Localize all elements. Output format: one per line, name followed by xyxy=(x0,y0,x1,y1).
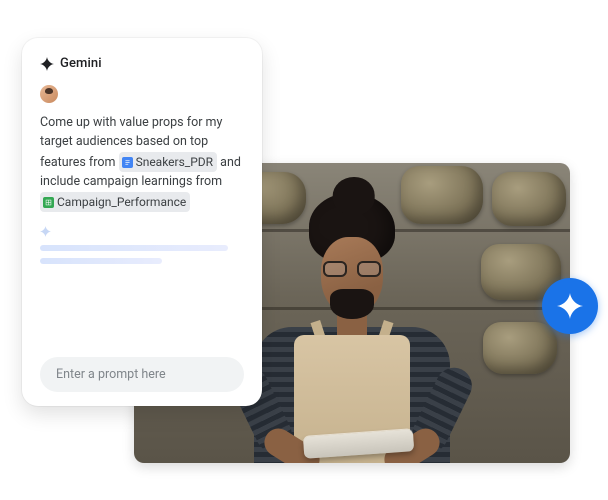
user-prompt-text: Come up with value props for my target a… xyxy=(40,113,244,212)
user-avatar xyxy=(40,85,58,103)
response-skeleton-line xyxy=(40,258,162,264)
file-chip-docs[interactable]: Sneakers_PDR xyxy=(119,152,217,173)
gemini-spark-icon xyxy=(557,293,583,319)
response-spark-icon xyxy=(40,226,244,237)
gemini-panel: Gemini Come up with value props for my t… xyxy=(22,38,262,406)
file-chip-sheets[interactable]: Campaign_Performance xyxy=(40,192,190,213)
gemini-badge[interactable] xyxy=(542,278,598,334)
file-chip-label: Sneakers_PDR xyxy=(136,153,213,172)
google-docs-icon xyxy=(122,157,133,168)
prompt-placeholder: Enter a prompt here xyxy=(56,367,166,382)
prompt-input[interactable]: Enter a prompt here xyxy=(40,357,244,392)
panel-header: Gemini xyxy=(40,56,244,71)
app-title: Gemini xyxy=(60,56,102,71)
response-skeleton-line xyxy=(40,245,228,251)
google-sheets-icon xyxy=(43,197,54,208)
file-chip-label: Campaign_Performance xyxy=(57,193,186,212)
gemini-spark-icon xyxy=(40,57,54,71)
